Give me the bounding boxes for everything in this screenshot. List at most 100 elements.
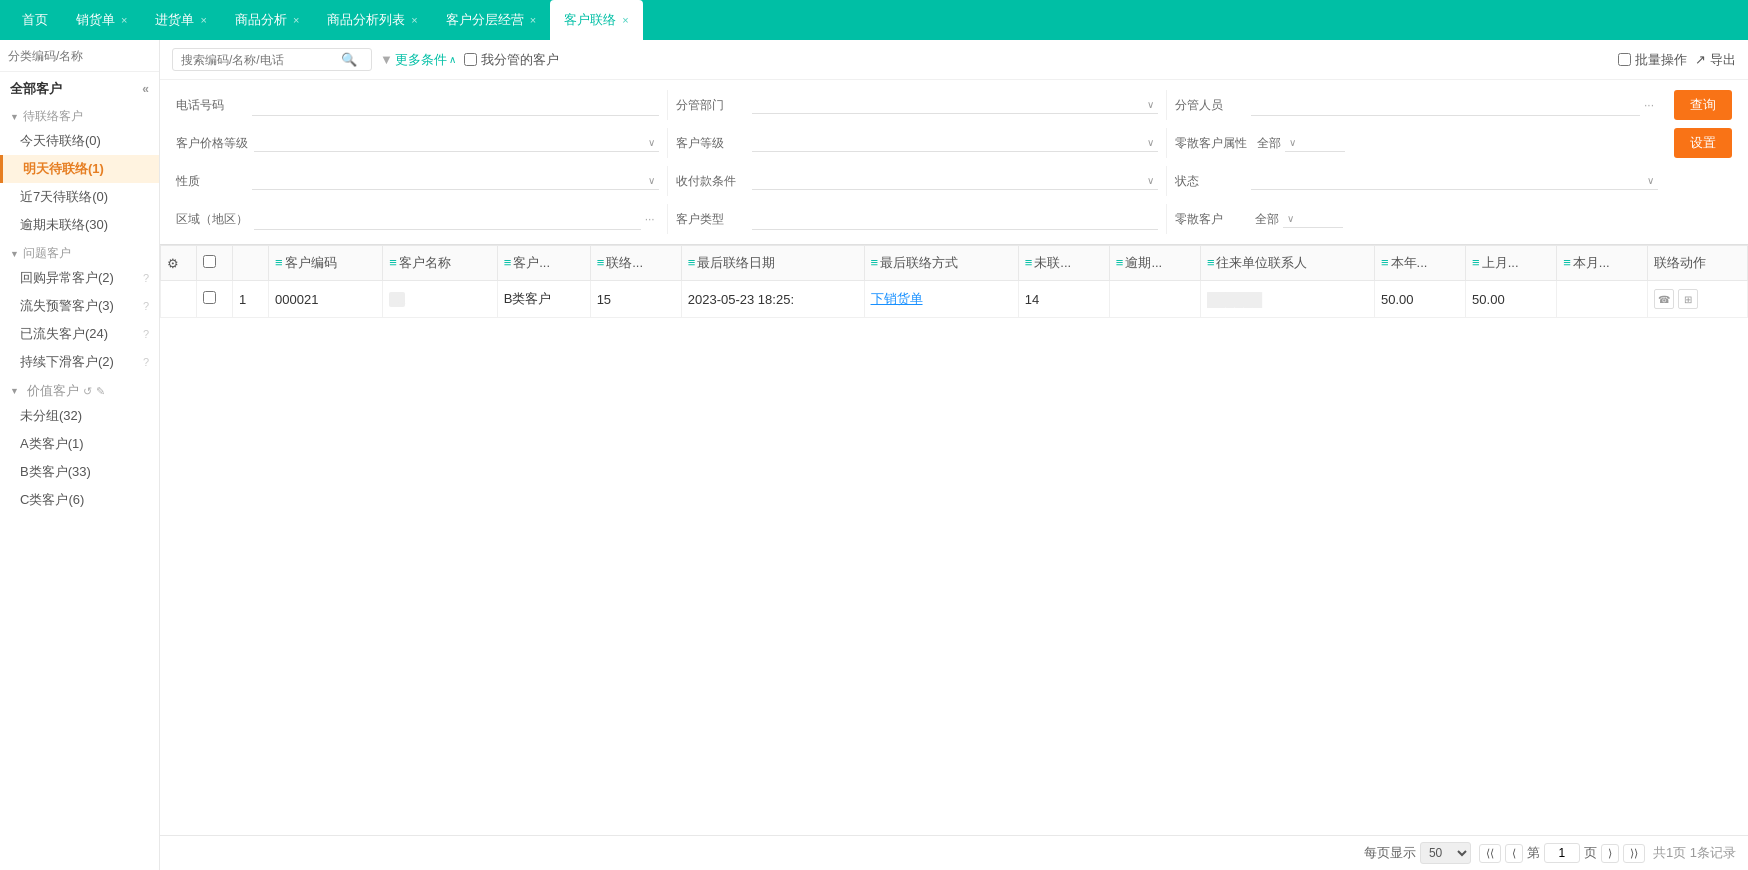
nav-product-list[interactable]: 商品分析列表 × <box>313 0 431 40</box>
sidebar-item-declining[interactable]: 持续下滑客户(2)? <box>0 348 159 376</box>
cell-index: 1 <box>233 281 269 318</box>
filter-customer-type-label: 客户类型 <box>676 211 746 228</box>
sidebar-item-tomorrow[interactable]: 明天待联络(1) <box>0 155 159 183</box>
col-customer-code[interactable]: ≡客户编码 <box>269 246 383 281</box>
filter-nature-select[interactable]: ∨ <box>252 172 659 190</box>
col-overdue[interactable]: ≡逾期... <box>1109 246 1200 281</box>
filter-phone-input[interactable] <box>252 95 659 116</box>
select-all-checkbox[interactable] <box>203 255 216 268</box>
sidebar-item-churn-warning[interactable]: 流失预警客户(3)? <box>0 292 159 320</box>
sidebar-collapse-icon[interactable]: « <box>142 82 149 96</box>
my-customers-checkbox[interactable]: 我分管的客户 <box>464 51 559 69</box>
col-last-contact-date[interactable]: ≡最后联络日期 <box>681 246 864 281</box>
batch-checkbox[interactable] <box>1618 53 1631 66</box>
next-page-btn[interactable]: ⟩ <box>1601 844 1619 863</box>
action-icon-grid[interactable]: ⊞ <box>1678 289 1698 309</box>
batch-operations-btn[interactable]: 批量操作 <box>1618 51 1687 69</box>
filter-search-icon[interactable]: 🔍 <box>341 52 357 67</box>
nav-customer-contact[interactable]: 客户联络 × <box>550 0 642 40</box>
sidebar-item-class-a[interactable]: A类客户(1) <box>0 430 159 458</box>
col-unit-contact[interactable]: ≡往来单位联系人 <box>1200 246 1374 281</box>
cell-last-method[interactable]: 下销货单 <box>864 281 1018 318</box>
advanced-filter-panel: 电话号码 分管部门 ∨ 分管人员 <box>160 80 1748 245</box>
sidebar-item-churned[interactable]: 已流失客户(24)? <box>0 320 159 348</box>
col-last-month[interactable]: ≡上月... <box>1466 246 1557 281</box>
row-checkbox[interactable] <box>203 291 216 304</box>
col-last-contact-method[interactable]: ≡最后联络方式 <box>864 246 1018 281</box>
group-problem-customers[interactable]: 问题客户 <box>0 239 159 264</box>
my-customers-check[interactable] <box>464 53 477 66</box>
nav-customer-tier[interactable]: 客户分层经营 × <box>432 0 550 40</box>
col-checkbox[interactable] <box>197 246 233 281</box>
col-gear[interactable]: ⚙ <box>161 246 197 281</box>
gear-icon[interactable]: ⚙ <box>167 256 179 271</box>
sidebar-item-repurchase-anomaly[interactable]: 回购异常客户(2)? <box>0 264 159 292</box>
prev-page-btn[interactable]: ⟨ <box>1505 844 1523 863</box>
nav-product-analysis[interactable]: 商品分析 × <box>221 0 313 40</box>
filter-manager-input[interactable] <box>1251 95 1640 116</box>
col-this-year[interactable]: ≡本年... <box>1375 246 1466 281</box>
col-this-month[interactable]: ≡本月... <box>1557 246 1648 281</box>
cell-name[interactable]: Ea <box>383 281 497 318</box>
close-icon[interactable]: × <box>530 14 536 26</box>
filter-retail-customer: 零散客户 全部 ∨ <box>1175 210 1658 228</box>
action-icon-phone[interactable]: ☎ <box>1654 289 1674 309</box>
col-uncontacted[interactable]: ≡未联... <box>1018 246 1109 281</box>
filter-search-box[interactable]: 🔍 <box>172 48 372 71</box>
all-customers-label[interactable]: 全部客户 « <box>0 72 159 102</box>
filter-status-select[interactable]: ∨ <box>1251 172 1658 190</box>
filter-payment: 收付款条件 ∨ <box>676 172 1159 190</box>
cell-checkbox[interactable] <box>197 281 233 318</box>
filter-retail-attr-select[interactable]: ∨ <box>1285 134 1345 152</box>
last-page-btn[interactable]: ⟩⟩ <box>1623 844 1645 863</box>
col-customer-type[interactable]: ≡客户... <box>497 246 590 281</box>
sidebar-item-overdue[interactable]: 逾期未联络(30) <box>0 211 159 239</box>
cell-uncontacted: 14 <box>1018 281 1109 318</box>
nav-home[interactable]: 首页 <box>8 0 62 40</box>
sidebar-item-7days[interactable]: 近7天待联络(0) <box>0 183 159 211</box>
filter-bar-right: 批量操作 ↗ 导出 <box>1618 51 1736 69</box>
close-icon[interactable]: × <box>121 14 127 26</box>
filter-price-level-select[interactable]: ∨ <box>254 134 659 152</box>
group-value-customers[interactable]: 价值客户 ↺ ✎ <box>0 376 159 402</box>
filter-customer-level-select[interactable]: ∨ <box>752 134 1159 152</box>
query-button[interactable]: 查询 <box>1674 90 1732 120</box>
close-icon[interactable]: × <box>200 14 206 26</box>
refresh-icon[interactable]: ↺ <box>83 385 92 398</box>
sidebar-search-box[interactable]: 🔍 <box>0 40 159 72</box>
filter-customer-type-input[interactable] <box>752 209 1159 230</box>
export-btn[interactable]: ↗ 导出 <box>1695 51 1736 69</box>
filter-region: 区域（地区） ··· <box>176 209 659 230</box>
sidebar-item-today[interactable]: 今天待联络(0) <box>0 127 159 155</box>
close-icon[interactable]: × <box>293 14 299 26</box>
sort-icon: ≡ <box>1472 255 1480 270</box>
edit-icon[interactable]: ✎ <box>96 385 105 398</box>
first-page-btn[interactable]: ⟨⟨ <box>1479 844 1501 863</box>
nav-sales[interactable]: 销货单 × <box>62 0 141 40</box>
table-row: 1 000021 Ea B类客户 15 2023-05-23 18:25: 下销… <box>161 281 1748 318</box>
page-number-input[interactable] <box>1544 843 1580 863</box>
sidebar-search-input[interactable] <box>8 49 158 63</box>
set-button[interactable]: 设置 <box>1674 128 1732 158</box>
filter-search-input[interactable] <box>181 53 341 67</box>
close-icon[interactable]: × <box>622 14 628 26</box>
filter-region-input[interactable] <box>254 209 641 230</box>
group-pending-contact[interactable]: 待联络客户 <box>0 102 159 127</box>
content-area: 🔍 ▼ 更多条件 ∧ 我分管的客户 批量操作 ↗ 导出 <box>160 40 1748 870</box>
close-icon[interactable]: × <box>411 14 417 26</box>
col-customer-name[interactable]: ≡客户名称 <box>383 246 497 281</box>
sidebar-item-class-c[interactable]: C类客户(6) <box>0 486 159 514</box>
page-size-select[interactable]: 50 100 200 <box>1420 842 1471 864</box>
sidebar-item-class-b[interactable]: B类客户(33) <box>0 458 159 486</box>
sort-icon: ≡ <box>1207 255 1215 270</box>
filter-retail-customer-select[interactable]: ∨ <box>1283 210 1343 228</box>
manager-dots-icon[interactable]: ··· <box>1644 98 1654 112</box>
filter-dept-select[interactable]: ∨ <box>752 96 1159 114</box>
contact-method-link[interactable]: 下销货单 <box>871 291 923 306</box>
more-conditions-btn[interactable]: ▼ 更多条件 ∧ <box>380 51 456 69</box>
sidebar-item-ungrouped[interactable]: 未分组(32) <box>0 402 159 430</box>
filter-payment-select[interactable]: ∨ <box>752 172 1159 190</box>
col-contact-count[interactable]: ≡联络... <box>590 246 681 281</box>
region-dots-icon[interactable]: ··· <box>645 212 655 226</box>
nav-purchase[interactable]: 进货单 × <box>141 0 220 40</box>
